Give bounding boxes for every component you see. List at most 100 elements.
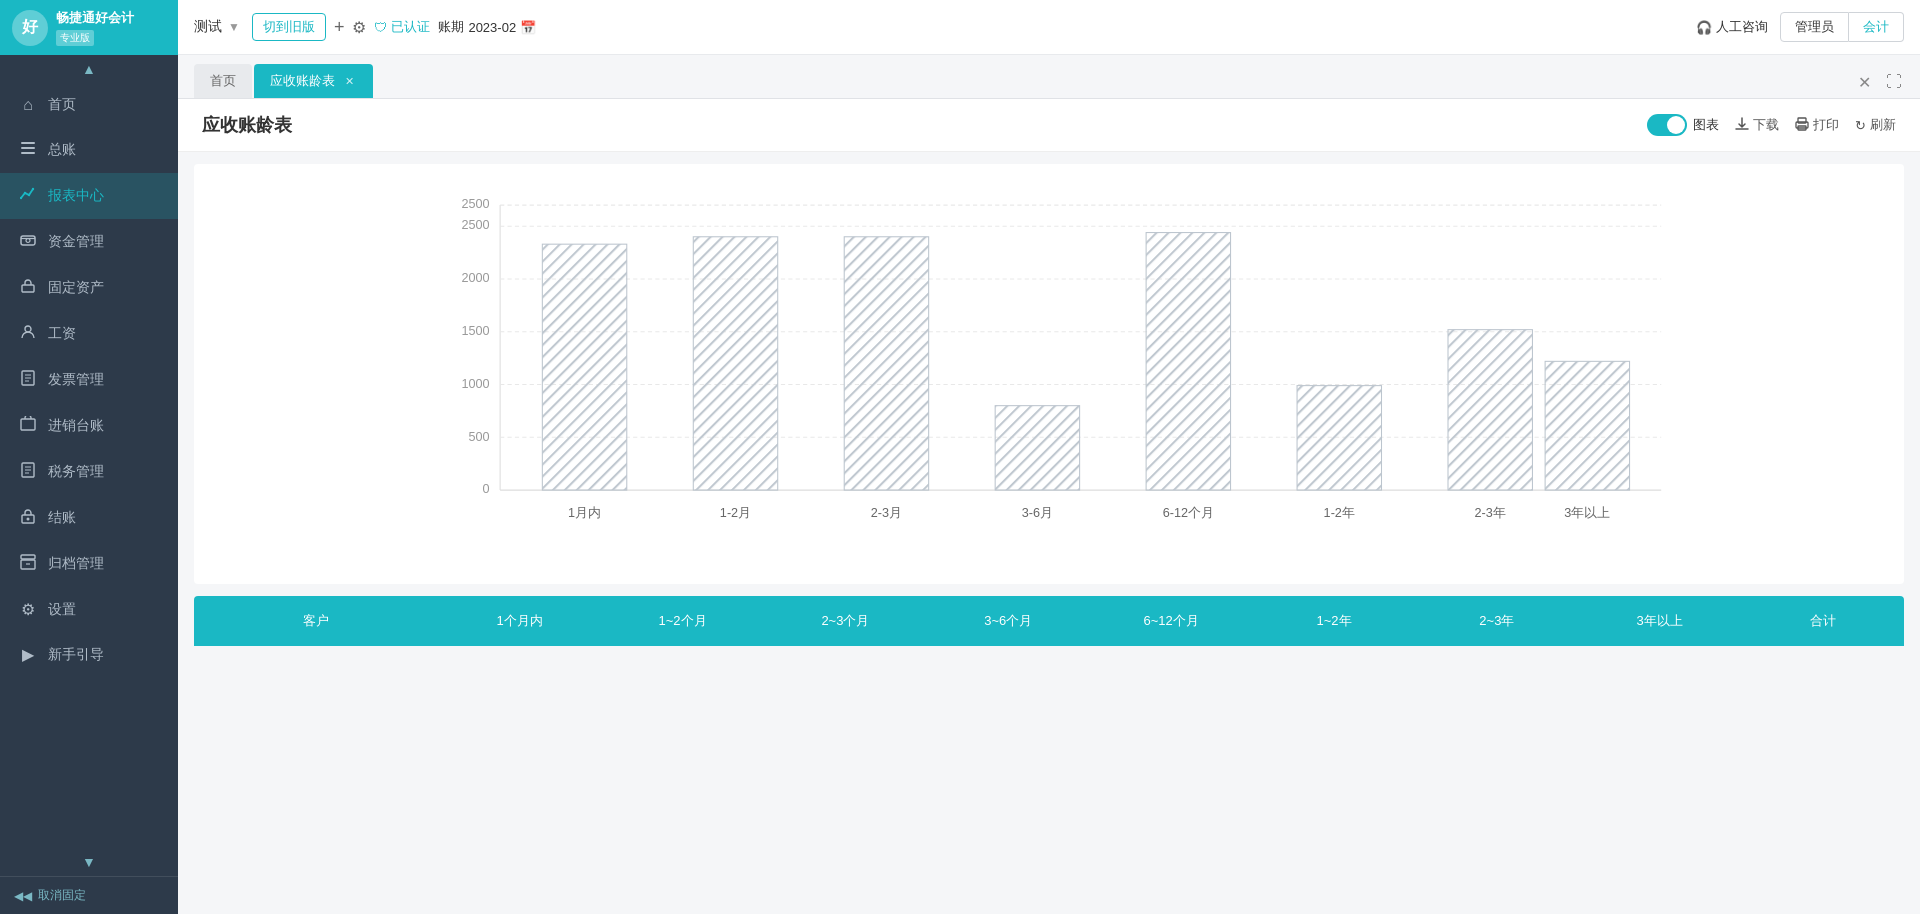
bar-8[interactable]: [1545, 361, 1629, 490]
tab-close-icon[interactable]: ✕: [341, 73, 357, 89]
content-area: 应收账龄表 图表 下载 打印: [178, 99, 1920, 914]
tab-ar-aging[interactable]: 应收账龄表 ✕: [254, 64, 373, 98]
header-right: 🎧 人工咨询 管理员 会计: [1696, 12, 1904, 42]
top-header: 测试 ▼ 切到旧版 + ⚙ 🛡 已认证 账期 2023-02 📅 🎧 人工咨询: [178, 0, 1920, 55]
bar-3[interactable]: [844, 237, 928, 490]
sidebar-item-ledger[interactable]: 总账: [0, 127, 178, 173]
tabs-bar: 首页 应收账龄表 ✕ ✕ ⛶: [178, 55, 1920, 99]
th-3-6month: 3~6个月: [927, 596, 1090, 646]
sidebar-item-funds[interactable]: 资金管理: [0, 219, 178, 265]
svg-text:1月内: 1月内: [568, 506, 601, 520]
scroll-down-arrow[interactable]: ▼: [82, 852, 96, 872]
period-display: 账期 2023-02 📅: [438, 18, 536, 36]
tab-home[interactable]: 首页: [194, 64, 252, 98]
chart-toggle-wrap: 图表: [1647, 114, 1719, 136]
svg-text:1-2月: 1-2月: [720, 506, 751, 520]
table-section: 客户 1个月内 1~2个月 2~3个月 3~6个月 6~12个月 1~2年 2~…: [194, 596, 1904, 646]
print-btn[interactable]: 打印: [1795, 116, 1839, 134]
close-window-btn[interactable]: ✕: [1854, 72, 1874, 92]
sidebar-item-closing[interactable]: 结账: [0, 495, 178, 541]
sidebar-item-reports[interactable]: 报表中心: [0, 173, 178, 219]
refresh-label: 刷新: [1870, 116, 1896, 134]
bar-7[interactable]: [1448, 330, 1532, 490]
sidebar-item-assets[interactable]: 固定资产: [0, 265, 178, 311]
consult-btn[interactable]: 🎧 人工咨询: [1696, 18, 1768, 36]
svg-text:3-6月: 3-6月: [1022, 506, 1053, 520]
print-icon: [1795, 117, 1809, 134]
sidebar-item-payroll[interactable]: 工资: [0, 311, 178, 357]
bar-6[interactable]: [1297, 386, 1381, 491]
assets-icon: [18, 278, 38, 298]
header-actions: 切到旧版 + ⚙: [252, 13, 367, 41]
manager-btn[interactable]: 管理员: [1780, 12, 1849, 42]
cancel-fix-btn[interactable]: ◀◀ 取消固定: [0, 876, 178, 914]
logo-badge: 专业版: [56, 30, 94, 46]
period-value: 2023-02: [468, 20, 516, 35]
sidebar-item-closing-label: 结账: [48, 509, 76, 527]
th-6-12month: 6~12个月: [1090, 596, 1253, 646]
switch-btn[interactable]: 切到旧版: [252, 13, 326, 41]
workspace-selector[interactable]: 测试 ▼: [194, 18, 240, 36]
funds-icon: [18, 232, 38, 252]
sidebar-item-home[interactable]: ⌂ 首页: [0, 83, 178, 127]
settings-gear-icon[interactable]: ⚙: [352, 18, 366, 37]
th-1-2month: 1~2个月: [601, 596, 764, 646]
archive-icon: [18, 554, 38, 574]
ledger-icon: [18, 140, 38, 160]
certified-text: 已认证: [391, 18, 430, 36]
svg-point-10: [25, 326, 31, 332]
download-label: 下载: [1753, 116, 1779, 134]
consult-label: 人工咨询: [1716, 18, 1768, 36]
download-btn[interactable]: 下载: [1735, 116, 1779, 134]
sidebar-item-settings-label: 设置: [48, 601, 76, 619]
chart-toggle[interactable]: [1647, 114, 1687, 136]
sidebar-item-guide[interactable]: ▶ 新手引导: [0, 632, 178, 677]
sidebar-item-tax-label: 税务管理: [48, 463, 104, 481]
calendar-icon[interactable]: 📅: [520, 20, 536, 35]
svg-point-8: [26, 239, 30, 243]
svg-text:1-2年: 1-2年: [1324, 506, 1355, 520]
print-label: 打印: [1813, 116, 1839, 134]
refresh-btn[interactable]: ↻ 刷新: [1855, 116, 1896, 134]
home-icon: ⌂: [18, 96, 38, 114]
bar-2[interactable]: [693, 237, 777, 490]
sidebar-item-purchase[interactable]: 进销台账: [0, 403, 178, 449]
tab-ar-aging-label: 应收账龄表: [270, 72, 335, 90]
sidebar-item-tax[interactable]: 税务管理: [0, 449, 178, 495]
scroll-up-arrow[interactable]: ▲: [82, 59, 96, 79]
bar-1[interactable]: [542, 244, 626, 490]
expand-window-btn[interactable]: ⛶: [1884, 72, 1904, 92]
svg-text:3年以上: 3年以上: [1564, 506, 1610, 520]
bar-5[interactable]: [1146, 233, 1230, 491]
add-icon[interactable]: +: [334, 17, 345, 38]
svg-text:2-3年: 2-3年: [1475, 506, 1506, 520]
period-label: 账期: [438, 18, 464, 36]
payroll-icon: [18, 324, 38, 344]
page-actions: 图表 下载 打印 ↻ 刷新: [1647, 114, 1896, 136]
settings-icon: ⚙: [18, 600, 38, 619]
svg-point-6: [32, 188, 34, 190]
logo-title: 畅捷通好会计: [56, 9, 134, 27]
svg-text:1500: 1500: [461, 324, 489, 338]
scroll-up: ▲: [0, 55, 178, 83]
sidebar-item-home-label: 首页: [48, 96, 76, 114]
svg-rect-0: [21, 142, 35, 144]
sidebar-item-settings[interactable]: ⚙ 设置: [0, 587, 178, 632]
svg-point-4: [24, 192, 26, 194]
svg-rect-7: [21, 236, 35, 245]
logo-icon: 好: [12, 10, 48, 46]
sidebar-item-ledger-label: 总账: [48, 141, 76, 159]
th-2-3month: 2~3个月: [764, 596, 927, 646]
sidebar-item-archive[interactable]: 归档管理: [0, 541, 178, 587]
bar-4[interactable]: [995, 406, 1079, 490]
main-area: 测试 ▼ 切到旧版 + ⚙ 🛡 已认证 账期 2023-02 📅 🎧 人工咨询: [178, 0, 1920, 914]
workspace-dropdown-icon[interactable]: ▼: [228, 20, 240, 34]
svg-text:2000: 2000: [461, 271, 489, 285]
sidebar-item-invoice[interactable]: 发票管理: [0, 357, 178, 403]
th-3plus-year: 3年以上: [1578, 596, 1741, 646]
shield-icon: 🛡: [374, 20, 387, 35]
page-title: 应收账龄表: [202, 113, 292, 137]
accountant-btn[interactable]: 会计: [1849, 12, 1904, 42]
svg-text:6-12个月: 6-12个月: [1163, 506, 1214, 520]
download-icon: [1735, 117, 1749, 134]
